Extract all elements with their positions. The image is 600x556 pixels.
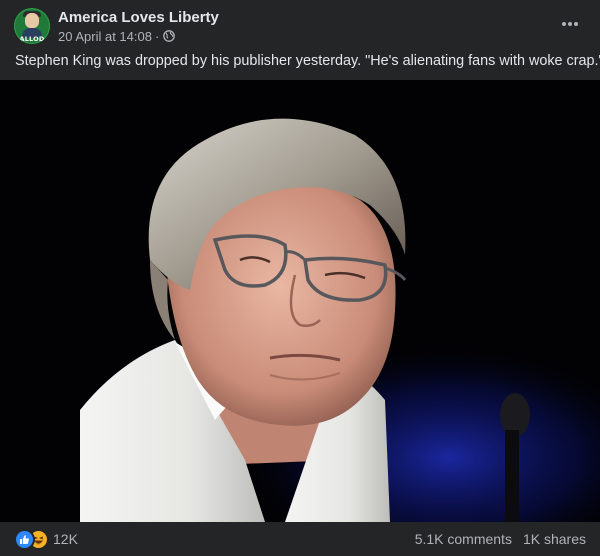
avatar-logo-text: ALLOD xyxy=(19,35,45,43)
shares-count-link[interactable]: 1K shares xyxy=(523,531,586,547)
page-avatar[interactable]: ALLOD xyxy=(14,8,50,44)
page-name-link[interactable]: America Loves Liberty xyxy=(58,9,219,26)
post-timestamp[interactable]: 20 April at 14:08 xyxy=(58,29,152,44)
reactions-summary[interactable]: 12K xyxy=(16,529,78,549)
more-options-button[interactable] xyxy=(552,10,588,38)
post-stats: 5.1K comments 1K shares xyxy=(415,531,586,547)
post-meta: 20 April at 14:08 · xyxy=(58,28,176,44)
more-options-icon xyxy=(562,22,578,26)
meta-separator: · xyxy=(154,28,160,44)
comments-count-link[interactable]: 5.1K comments xyxy=(415,531,512,547)
like-icon xyxy=(16,530,33,548)
avatar-face xyxy=(25,13,39,28)
post-caption: Stephen King was dropped by his publishe… xyxy=(15,53,600,69)
facebook-post: ALLOD America Loves Liberty 20 April at … xyxy=(0,0,600,556)
post-footer: 12K 5.1K comments 1K shares xyxy=(0,524,600,556)
globe-icon xyxy=(163,30,176,42)
post-header: ALLOD America Loves Liberty 20 April at … xyxy=(0,0,600,48)
reaction-count: 12K xyxy=(53,531,78,547)
post-photo[interactable] xyxy=(0,80,600,522)
